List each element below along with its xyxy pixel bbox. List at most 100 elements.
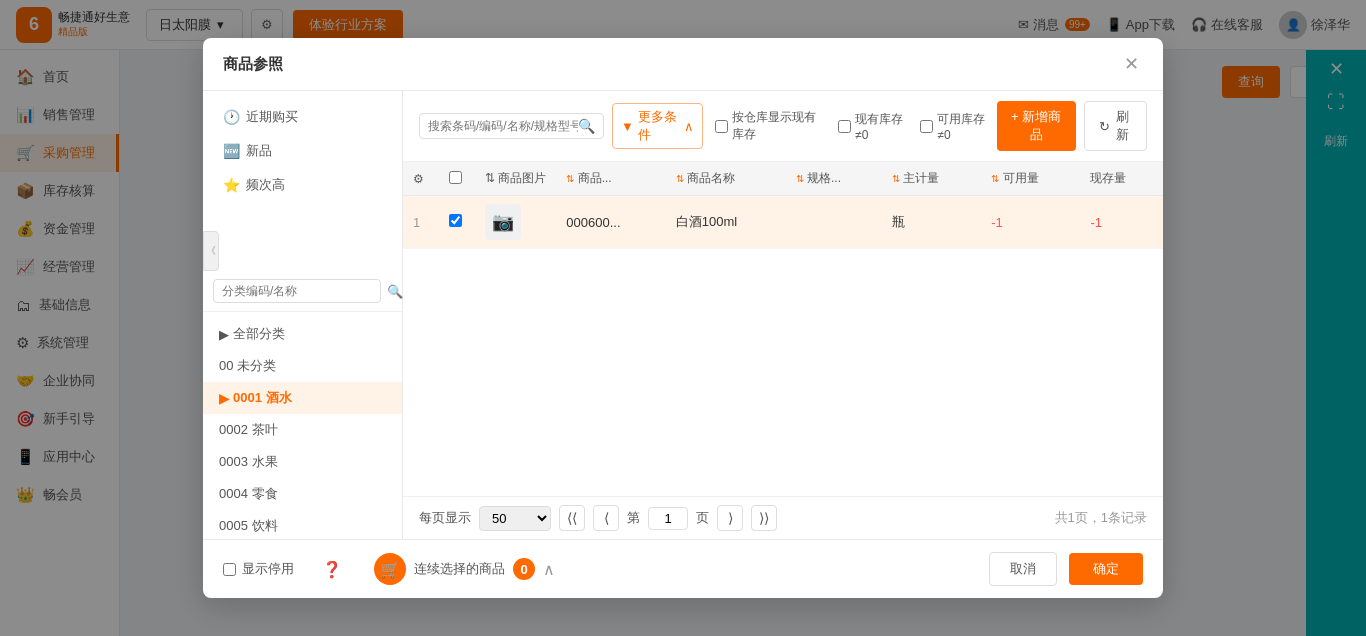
th-spec-sort-icon: ⇅ xyxy=(796,173,804,184)
help-icon[interactable]: ❓ xyxy=(322,560,342,579)
th-settings[interactable]: ⚙ xyxy=(403,162,439,196)
product-name: 白酒100ml xyxy=(676,214,737,229)
new-icon: 🆕 xyxy=(223,143,240,159)
confirm-button[interactable]: 确定 xyxy=(1069,553,1143,585)
category-0003[interactable]: 0003 水果 xyxy=(203,446,402,478)
cart-icon[interactable]: 🛒 xyxy=(374,553,406,585)
row-img-cell: 📷 xyxy=(475,196,556,249)
checkbox-available-stock-input[interactable] xyxy=(920,120,933,133)
category-0004[interactable]: 0004 零食 xyxy=(203,478,402,510)
row-num: 1 xyxy=(413,215,420,230)
cart-label: 连续选择的商品 xyxy=(414,560,505,578)
modal-header: 商品参照 ✕ xyxy=(203,38,1163,91)
category-all[interactable]: ▶ 全部分类 xyxy=(203,318,402,350)
add-product-button[interactable]: + 新增商品 xyxy=(997,101,1076,151)
tab-frequent-label: 频次高 xyxy=(246,176,285,194)
th-spec[interactable]: ⇅ 规格... xyxy=(786,162,882,196)
product-code: 000600... xyxy=(566,215,620,230)
row-name-cell: 白酒100ml xyxy=(666,196,786,249)
product-search-icon[interactable]: 🔍 xyxy=(578,118,595,134)
left-tabs: 🕐 近期购买 🆕 新品 ⭐ 频次高 xyxy=(203,91,402,211)
checkbox-existing-stock-input[interactable] xyxy=(838,120,851,133)
recent-icon: 🕐 xyxy=(223,109,240,125)
th-unit-sort-icon: ⇅ xyxy=(892,173,900,184)
th-product-code[interactable]: ⇅ 商品... xyxy=(556,162,665,196)
show-disabled-label: 显示停用 xyxy=(242,560,294,578)
table-header-row: ⚙ ⇅ 商品图片 ⇅ 商品... xyxy=(403,162,1163,196)
th-unit[interactable]: ⇅ 主计量 xyxy=(882,162,981,196)
collapse-button[interactable]: 《 xyxy=(203,231,219,271)
category-0004-label: 0004 零食 xyxy=(219,485,278,503)
category-0005[interactable]: 0005 饮料 xyxy=(203,510,402,539)
star-icon: ⭐ xyxy=(223,177,240,193)
modal-toolbar: 🔍 ▼ 更多条件 ∧ 按仓库显示现有库存 现 xyxy=(403,91,1163,162)
last-page-button[interactable]: ⟩⟩ xyxy=(751,505,777,531)
th-name-sort-icon: ⇅ xyxy=(676,173,684,184)
cart-expand-icon[interactable]: ∧ xyxy=(543,560,555,579)
category-0001[interactable]: ▶ 0001 酒水 xyxy=(203,382,402,414)
page-suffix-label: 页 xyxy=(696,509,709,527)
category-search-input[interactable] xyxy=(213,279,381,303)
show-disabled-checkbox[interactable]: 显示停用 xyxy=(223,560,294,578)
cancel-button[interactable]: 取消 xyxy=(989,552,1057,586)
checkbox-available-stock[interactable]: 可用库存≠0 xyxy=(920,111,988,142)
select-all-checkbox[interactable] xyxy=(449,171,462,184)
tab-recent-label: 近期购买 xyxy=(246,108,298,126)
per-page-label: 每页显示 xyxy=(419,509,471,527)
prev-page-button[interactable]: ⟨ xyxy=(593,505,619,531)
product-thumbnail: 📷 xyxy=(485,204,521,240)
category-00[interactable]: 00 未分类 xyxy=(203,350,402,382)
th-available-label: 可用量 xyxy=(1003,171,1039,185)
modal-body: 🕐 近期购买 🆕 新品 ⭐ 频次高 《 xyxy=(203,91,1163,539)
category-all-arrow: ▶ xyxy=(219,327,229,342)
category-0005-label: 0005 饮料 xyxy=(219,517,278,535)
category-search-icon[interactable]: 🔍 xyxy=(387,284,403,299)
tab-new-product[interactable]: 🆕 新品 xyxy=(213,135,392,167)
tab-frequent[interactable]: ⭐ 频次高 xyxy=(213,169,392,201)
cart-count-badge: 0 xyxy=(513,558,535,580)
filter-label: 更多条件 xyxy=(638,108,680,144)
tab-recent-purchase[interactable]: 🕐 近期购买 xyxy=(213,101,392,133)
modal-footer: 显示停用 ❓ 🛒 连续选择的商品 0 ∧ 取消 确定 xyxy=(203,539,1163,598)
product-search-box: 🔍 xyxy=(419,113,604,139)
show-disabled-input[interactable] xyxy=(223,563,236,576)
refresh-icon: ↻ xyxy=(1099,119,1110,134)
refresh-button[interactable]: ↻ 刷新 xyxy=(1084,101,1147,151)
checkbox-existing-stock-label: 现有库存≠0 xyxy=(855,111,906,142)
category-search-bar: 🔍 xyxy=(203,271,402,312)
product-reference-modal: 商品参照 ✕ 🕐 近期购买 🆕 新品 ⭐ 频次高 xyxy=(203,38,1163,598)
product-search-input[interactable] xyxy=(428,119,578,133)
category-list: ▶ 全部分类 00 未分类 ▶ 0001 酒水 0002 茶叶 0003 水果 xyxy=(203,312,402,539)
category-00-label: 00 未分类 xyxy=(219,357,276,375)
product-table-container: ⚙ ⇅ 商品图片 ⇅ 商品... xyxy=(403,162,1163,496)
filter-checkboxes: 按仓库显示现有库存 现有库存≠0 可用库存≠0 xyxy=(715,109,988,143)
th-img-label: 商品图片 xyxy=(498,171,546,185)
page-number-input[interactable] xyxy=(648,507,688,530)
checkbox-by-warehouse[interactable]: 按仓库显示现有库存 xyxy=(715,109,824,143)
product-table-body: 1 📷 000600... 白酒100ml xyxy=(403,196,1163,249)
modal-left-panel: 🕐 近期购买 🆕 新品 ⭐ 频次高 《 xyxy=(203,91,403,539)
product-table: ⚙ ⇅ 商品图片 ⇅ 商品... xyxy=(403,162,1163,249)
filter-up-icon: ∧ xyxy=(684,119,694,134)
th-checkbox xyxy=(439,162,475,196)
product-available: -1 xyxy=(991,215,1003,230)
category-0002[interactable]: 0002 茶叶 xyxy=(203,414,402,446)
th-product-name[interactable]: ⇅ 商品名称 xyxy=(666,162,786,196)
page-label: 第 xyxy=(627,509,640,527)
category-0001-label: 0001 酒水 xyxy=(233,389,292,407)
row-checkbox[interactable] xyxy=(449,214,462,227)
filter-icon: ▼ xyxy=(621,119,634,134)
first-page-button[interactable]: ⟨⟨ xyxy=(559,505,585,531)
next-page-button[interactable]: ⟩ xyxy=(717,505,743,531)
checkbox-existing-stock[interactable]: 现有库存≠0 xyxy=(838,111,906,142)
pagination-info: 共1页，1条记录 xyxy=(1055,509,1147,527)
checkbox-by-warehouse-input[interactable] xyxy=(715,120,728,133)
more-filters-button[interactable]: ▼ 更多条件 ∧ xyxy=(612,103,703,149)
table-row[interactable]: 1 📷 000600... 白酒100ml xyxy=(403,196,1163,249)
th-code-sort-icon: ⇅ xyxy=(566,173,574,184)
cart-area: 🛒 连续选择的商品 0 ∧ xyxy=(374,553,555,585)
per-page-select[interactable]: 50 10 20 100 xyxy=(479,506,551,531)
th-available[interactable]: ⇅ 可用量 xyxy=(981,162,1080,196)
modal-overlay: 商品参照 ✕ 🕐 近期购买 🆕 新品 ⭐ 频次高 xyxy=(0,0,1366,636)
modal-close-button[interactable]: ✕ xyxy=(1119,52,1143,76)
